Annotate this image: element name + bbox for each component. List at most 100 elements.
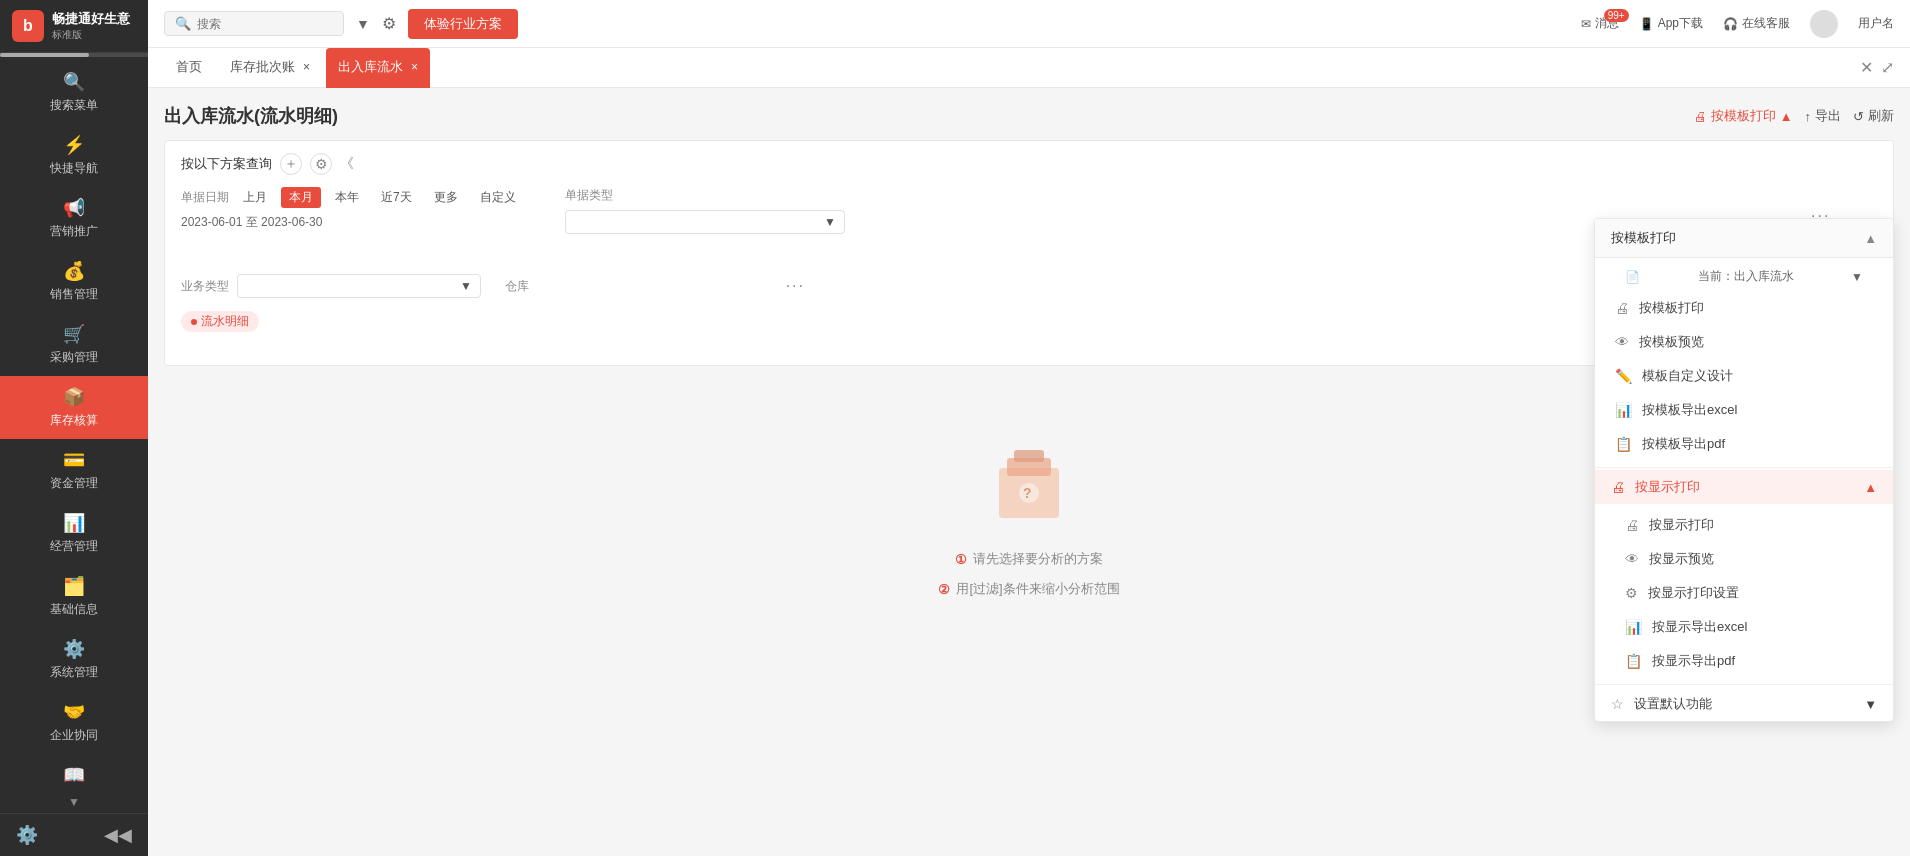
date-tab-7days[interactable]: 近7天 — [373, 187, 420, 208]
sidebar-item-guide[interactable]: 📖 新手引导 — [0, 754, 148, 791]
date-filter-group: 单据日期 上月 本月 本年 近7天 更多 自定义 2023-06-01 至 20… — [181, 187, 541, 231]
search-icon: 🔍 — [175, 16, 191, 31]
template-print-item[interactable]: 🖨 按模板打印 — [1595, 291, 1893, 325]
date-tab-last-month[interactable]: 上月 — [235, 187, 275, 208]
tab-batch-account[interactable]: 库存批次账 × — [218, 48, 322, 88]
header-search-box[interactable]: 🔍 — [164, 11, 344, 36]
template-export-pdf-icon: 📋 — [1615, 436, 1632, 452]
date-tab-this-year[interactable]: 本年 — [327, 187, 367, 208]
print-dropdown-close-chevron[interactable]: ▲ — [1864, 231, 1877, 246]
sidebar-item-collab[interactable]: 🤝 企业协同 — [0, 691, 148, 754]
date-tab-more[interactable]: 更多 — [426, 187, 466, 208]
sidebar-item-system[interactable]: ⚙️ 系统管理 — [0, 628, 148, 691]
print-action-button[interactable]: 🖨 按模板打印 ▲ — [1694, 107, 1793, 125]
display-export-pdf-item[interactable]: 📋 按显示导出pdf — [1595, 644, 1893, 678]
trial-button[interactable]: 体验行业方案 — [408, 9, 518, 39]
system-icon: ⚙️ — [63, 638, 85, 660]
footer-settings-icon[interactable]: ⚙️ — [16, 824, 38, 846]
header-dropdown-chevron[interactable]: ▼ — [356, 16, 370, 32]
sidebar-item-label: 库存核算 — [50, 412, 98, 429]
export-label: 导出 — [1815, 107, 1841, 125]
sidebar-item-search[interactable]: 🔍 搜索菜单 — [0, 61, 148, 124]
refresh-action-button[interactable]: ↺ 刷新 — [1853, 107, 1894, 125]
page-title: 出入库流水(流水明细) — [164, 104, 338, 128]
username-label[interactable]: 用户名 — [1858, 15, 1894, 32]
doc-type-select[interactable]: ▼ — [565, 210, 845, 234]
basic-icon: 🗂️ — [63, 575, 85, 597]
search-input[interactable] — [197, 17, 333, 31]
filter-add-button[interactable]: ＋ — [280, 153, 302, 175]
filter-collapse-arrow[interactable]: 《 — [340, 155, 354, 173]
filter-header-label: 按以下方案查询 — [181, 155, 272, 173]
sidebar-item-purchase[interactable]: 🛒 采购管理 — [0, 313, 148, 376]
collab-icon: 🤝 — [63, 701, 85, 723]
print-dropdown-panel: 按模板打印 ▲ 📄 当前：出入库流水 ▼ 🖨 按模板打印 👁 按模板预览 — [1594, 218, 1894, 722]
sidebar-item-label: 资金管理 — [50, 475, 98, 492]
header-settings-gear[interactable]: ⚙ — [382, 14, 396, 33]
sidebar-item-label: 采购管理 — [50, 349, 98, 366]
main-area: 🔍 ▼ ⚙ 体验行业方案 ✉ 消息 99+ 📱 App下载 🎧 在线客服 用户名 — [148, 0, 1910, 856]
current-template-label[interactable]: 📄 当前：出入库流水 ▼ — [1595, 262, 1893, 291]
sidebar-item-label: 快捷导航 — [50, 160, 98, 177]
app-download-icon: 📱 — [1639, 17, 1654, 31]
template-custom-item[interactable]: ✏️ 模板自定义设计 — [1595, 359, 1893, 393]
filter-settings-button[interactable]: ⚙ — [310, 153, 332, 175]
template-preview-item[interactable]: 👁 按模板预览 — [1595, 325, 1893, 359]
tab-in-out-flow-close[interactable]: × — [411, 60, 418, 74]
quick-nav-icon: ⚡ — [63, 134, 85, 156]
sidebar-item-basic[interactable]: 🗂️ 基础信息 — [0, 565, 148, 628]
set-default-item[interactable]: ☆ 设置默认功能 ▼ — [1595, 687, 1893, 721]
display-print-section-label: 按显示打印 — [1635, 478, 1700, 496]
sidebar-item-inventory[interactable]: 📦 库存核算 — [0, 376, 148, 439]
sidebar: b 畅捷通好生意 标准版 🔍 搜索菜单 ⚡ 快捷导航 📢 营销推广 💰 销售管理… — [0, 0, 148, 856]
app-download-button[interactable]: 📱 App下载 — [1639, 15, 1703, 32]
sidebar-item-label: 企业协同 — [50, 727, 98, 744]
warehouse-more-dots[interactable]: ··· — [786, 277, 805, 295]
tab-close-all-button[interactable]: ✕ — [1860, 58, 1873, 77]
tab-maximize-button[interactable]: ⤢ — [1881, 58, 1894, 77]
display-print-settings-item[interactable]: ⚙ 按显示打印设置 — [1595, 576, 1893, 610]
display-export-pdf-label: 按显示导出pdf — [1652, 652, 1735, 670]
date-tab-custom[interactable]: 自定义 — [472, 187, 524, 208]
display-print-section-header[interactable]: 🖨 按显示打印 ▲ — [1595, 470, 1893, 504]
svg-rect-2 — [1014, 450, 1044, 462]
current-template-chevron: ▼ — [1851, 270, 1863, 284]
sidebar-footer: ⚙️ ◀◀ — [0, 813, 148, 856]
export-action-button[interactable]: ↑ 导出 — [1805, 107, 1842, 125]
date-filter-label: 单据日期 — [181, 189, 229, 206]
sidebar-collapse-icon[interactable]: ◀◀ — [104, 824, 132, 846]
refresh-label: 刷新 — [1868, 107, 1894, 125]
tab-in-out-flow-label: 出入库流水 — [338, 58, 403, 76]
avatar[interactable] — [1810, 10, 1838, 38]
empty-hint-2-text: 用[过滤]条件来缩小分析范围 — [956, 580, 1119, 598]
tab-bar-right: ✕ ⤢ — [1860, 58, 1894, 77]
display-print-section-icon: 🖨 — [1611, 479, 1625, 495]
sidebar-item-label: 销售管理 — [50, 286, 98, 303]
template-export-pdf-item[interactable]: 📋 按模板导出pdf — [1595, 427, 1893, 461]
set-default-chevron: ▼ — [1864, 697, 1877, 712]
display-print-icon: 🖨 — [1625, 517, 1639, 533]
business-type-select[interactable]: ▼ — [237, 274, 481, 298]
date-tab-this-month[interactable]: 本月 — [281, 187, 321, 208]
template-export-excel-item[interactable]: 📊 按模板导出excel — [1595, 393, 1893, 427]
sidebar-item-marketing[interactable]: 📢 营销推广 — [0, 187, 148, 250]
template-preview-label: 按模板预览 — [1639, 333, 1704, 351]
template-export-excel-label: 按模板导出excel — [1642, 401, 1737, 419]
page-title-bar: 出入库流水(流水明细) 🖨 按模板打印 ▲ ↑ 导出 ↺ 刷新 — [164, 104, 1894, 128]
sidebar-item-quick-nav[interactable]: ⚡ 快捷导航 — [0, 124, 148, 187]
sidebar-scroll-down[interactable]: ▼ — [0, 791, 148, 813]
sidebar-item-finance[interactable]: 💳 资金管理 — [0, 439, 148, 502]
message-button[interactable]: ✉ 消息 99+ — [1581, 15, 1619, 32]
sidebar-item-operations[interactable]: 📊 经营管理 — [0, 502, 148, 565]
tab-in-out-flow[interactable]: 出入库流水 × — [326, 48, 430, 88]
display-preview-item[interactable]: 👁 按显示预览 — [1595, 542, 1893, 576]
tab-batch-account-close[interactable]: × — [303, 60, 310, 74]
template-print-label: 按模板打印 — [1639, 299, 1704, 317]
display-print-item[interactable]: 🖨 按显示打印 — [1595, 508, 1893, 542]
flow-detail-tag[interactable]: 流水明细 — [181, 311, 259, 332]
print-icon: 🖨 — [1694, 109, 1707, 124]
sidebar-item-sales[interactable]: 💰 销售管理 — [0, 250, 148, 313]
online-service-button[interactable]: 🎧 在线客服 — [1723, 15, 1790, 32]
tab-home[interactable]: 首页 — [164, 48, 214, 88]
display-export-excel-item[interactable]: 📊 按显示导出excel — [1595, 610, 1893, 644]
